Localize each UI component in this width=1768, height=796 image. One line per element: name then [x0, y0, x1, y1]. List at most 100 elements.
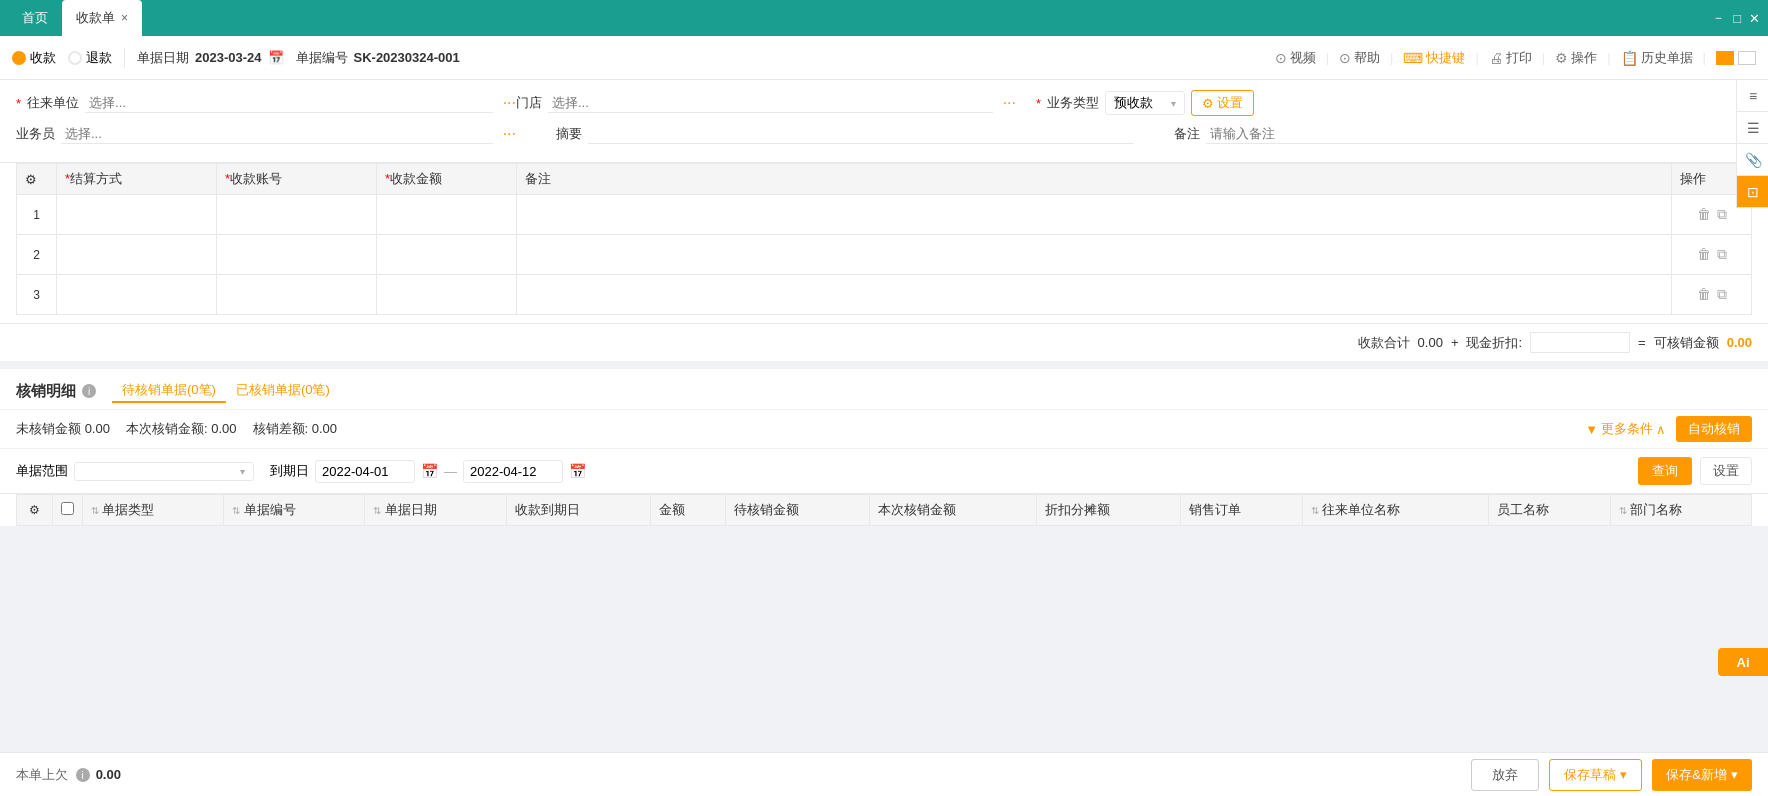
shop-more-icon[interactable]: ··· [1003, 94, 1016, 112]
window-min-icon[interactable]: － [1712, 9, 1725, 27]
row-action: 🗑 ⧉ [1672, 275, 1752, 315]
note-input[interactable] [1206, 124, 1752, 144]
row-settle[interactable] [57, 195, 217, 235]
limit-info-icon[interactable]: i [76, 768, 90, 782]
abandon-btn[interactable]: 放弃 [1471, 759, 1539, 791]
equals-sign: = [1638, 335, 1646, 350]
summary-input[interactable] [588, 124, 1134, 144]
delete-icon[interactable]: 🗑 [1697, 206, 1711, 223]
gear-icon: ⚙ [1202, 96, 1214, 111]
range-label: 单据范围 [16, 462, 68, 480]
save-draft-btn[interactable]: 保存草稿 ▾ [1549, 759, 1642, 791]
home-tab[interactable]: 首页 [8, 0, 62, 36]
video-btn[interactable]: ⊙ 视频 [1275, 49, 1316, 67]
biz-type-label: 业务类型 [1047, 94, 1099, 112]
copy-icon[interactable]: ⧉ [1717, 246, 1727, 263]
ai-badge[interactable]: Ai [1718, 648, 1768, 676]
operation-label: 操作 [1571, 49, 1597, 67]
tab-label: 收款单 [76, 9, 115, 27]
shop-input[interactable] [548, 93, 993, 113]
copy-icon[interactable]: ⧉ [1717, 286, 1727, 303]
diff-stat: 核销差额: 0.00 [253, 420, 338, 438]
radio-receipt[interactable]: 收款 [12, 49, 56, 67]
discount-input[interactable] [1530, 332, 1630, 353]
range-select[interactable]: ▾ [74, 462, 254, 481]
delete-icon[interactable]: 🗑 [1697, 286, 1711, 303]
receipt-label: 收款 [30, 49, 56, 67]
row-amount[interactable] [377, 195, 517, 235]
more-filter-btn[interactable]: ▼ 更多条件 ∧ [1585, 420, 1666, 438]
row-account[interactable] [217, 275, 377, 315]
tab-bar-right: － □ ✕ [1712, 9, 1760, 27]
date-to-input[interactable] [463, 460, 563, 483]
sidebar-icon-1[interactable]: ≡ [1737, 80, 1768, 112]
checkout-title: 核销明细 [16, 382, 76, 401]
row-settle[interactable] [57, 235, 217, 275]
row-amount[interactable] [377, 275, 517, 315]
row-account[interactable] [217, 195, 377, 235]
layout-icon-2[interactable] [1738, 51, 1756, 65]
form-settings-btn[interactable]: ⚙ 设置 [1191, 90, 1254, 116]
due-date-field: 到期日 📅 — 📅 [270, 460, 586, 483]
row-remark[interactable] [517, 235, 1672, 275]
col-checkbox-header[interactable] [53, 495, 83, 526]
layout-icons [1716, 51, 1756, 65]
close-tab-icon[interactable]: × [121, 11, 128, 25]
row-amount[interactable] [377, 235, 517, 275]
shortcut-btn[interactable]: ⌨ 快捷键 [1403, 49, 1465, 67]
partner-more-icon[interactable]: ··· [503, 94, 516, 112]
tab-pending[interactable]: 待核销单据(0笔) [112, 379, 226, 403]
date-to-icon[interactable]: 📅 [569, 463, 586, 479]
history-label: 历史单据 [1641, 49, 1693, 67]
col-settings[interactable]: ⚙ [17, 164, 57, 195]
checkout-info-icon[interactable]: i [82, 384, 96, 398]
auto-cancel-btn[interactable]: 自动核销 [1676, 416, 1752, 442]
save-new-btn[interactable]: 保存&新增 ▾ [1652, 759, 1752, 791]
toolbar-right: ⊙ 视频 | ⊙ 帮助 | ⌨ 快捷键 | 🖨 打印 | ⚙ 操作 | 📋 历史… [1275, 49, 1756, 67]
copy-icon[interactable]: ⧉ [1717, 206, 1727, 223]
refund-label: 退款 [86, 49, 112, 67]
window-max-icon[interactable]: □ [1733, 11, 1741, 26]
col-settings2[interactable]: ⚙ [17, 495, 53, 526]
partner-input[interactable] [85, 93, 493, 113]
sidebar-icon-2[interactable]: ☰ [1737, 112, 1768, 144]
history-btn[interactable]: 📋 历史单据 [1621, 49, 1693, 67]
staff-input[interactable] [61, 124, 493, 144]
toolbar: 收款 退款 单据日期 2023-03-24 📅 单据编号 SK-20230324… [0, 36, 1768, 80]
history-icon: 📋 [1621, 50, 1638, 66]
footer-right: 放弃 保存草稿 ▾ 保存&新增 ▾ [1471, 759, 1752, 791]
row-account[interactable] [217, 235, 377, 275]
tab-done[interactable]: 已核销单据(0笔) [226, 379, 340, 403]
receipt-tab[interactable]: 收款单 × [62, 0, 142, 36]
row-remark[interactable] [517, 195, 1672, 235]
discount-label: 现金折扣: [1466, 334, 1522, 352]
query-btn[interactable]: 查询 [1638, 457, 1692, 485]
sidebar-icon-4[interactable]: ⊡ [1737, 176, 1768, 208]
this-cancel-stat: 本次核销金额: 0.00 [126, 420, 237, 438]
print-label: 打印 [1506, 49, 1532, 67]
filter-settings-btn[interactable]: 设置 [1700, 457, 1752, 485]
sidebar-icon-3[interactable]: 📎 [1737, 144, 1768, 176]
print-btn[interactable]: 🖨 打印 [1489, 49, 1532, 67]
row-num: 2 [17, 235, 57, 275]
biz-type-select[interactable]: 预收款 ▾ [1105, 91, 1185, 115]
delete-icon[interactable]: 🗑 [1697, 246, 1711, 263]
plus-sign: + [1451, 335, 1459, 350]
radio-refund[interactable]: 退款 [68, 49, 112, 67]
row-remark[interactable] [517, 275, 1672, 315]
operation-btn[interactable]: ⚙ 操作 [1555, 49, 1597, 67]
window-close-icon[interactable]: ✕ [1749, 11, 1760, 26]
layout-icon-1[interactable] [1716, 51, 1734, 65]
select-all-checkbox[interactable] [61, 502, 74, 515]
row-settle[interactable] [57, 275, 217, 315]
ai-label: Ai [1737, 655, 1750, 670]
shop-label: 门店 [516, 94, 542, 112]
help-btn[interactable]: ⊙ 帮助 [1339, 49, 1380, 67]
due-label: 到期日 [270, 462, 309, 480]
calendar-icon[interactable]: 📅 [268, 50, 284, 65]
checkout-tabs: 待核销单据(0笔) 已核销单据(0笔) [112, 379, 340, 403]
date-from-input[interactable] [315, 460, 415, 483]
date-from-icon[interactable]: 📅 [421, 463, 438, 479]
staff-more-icon[interactable]: ··· [503, 125, 516, 143]
filter-right: 查询 设置 [1638, 457, 1752, 485]
